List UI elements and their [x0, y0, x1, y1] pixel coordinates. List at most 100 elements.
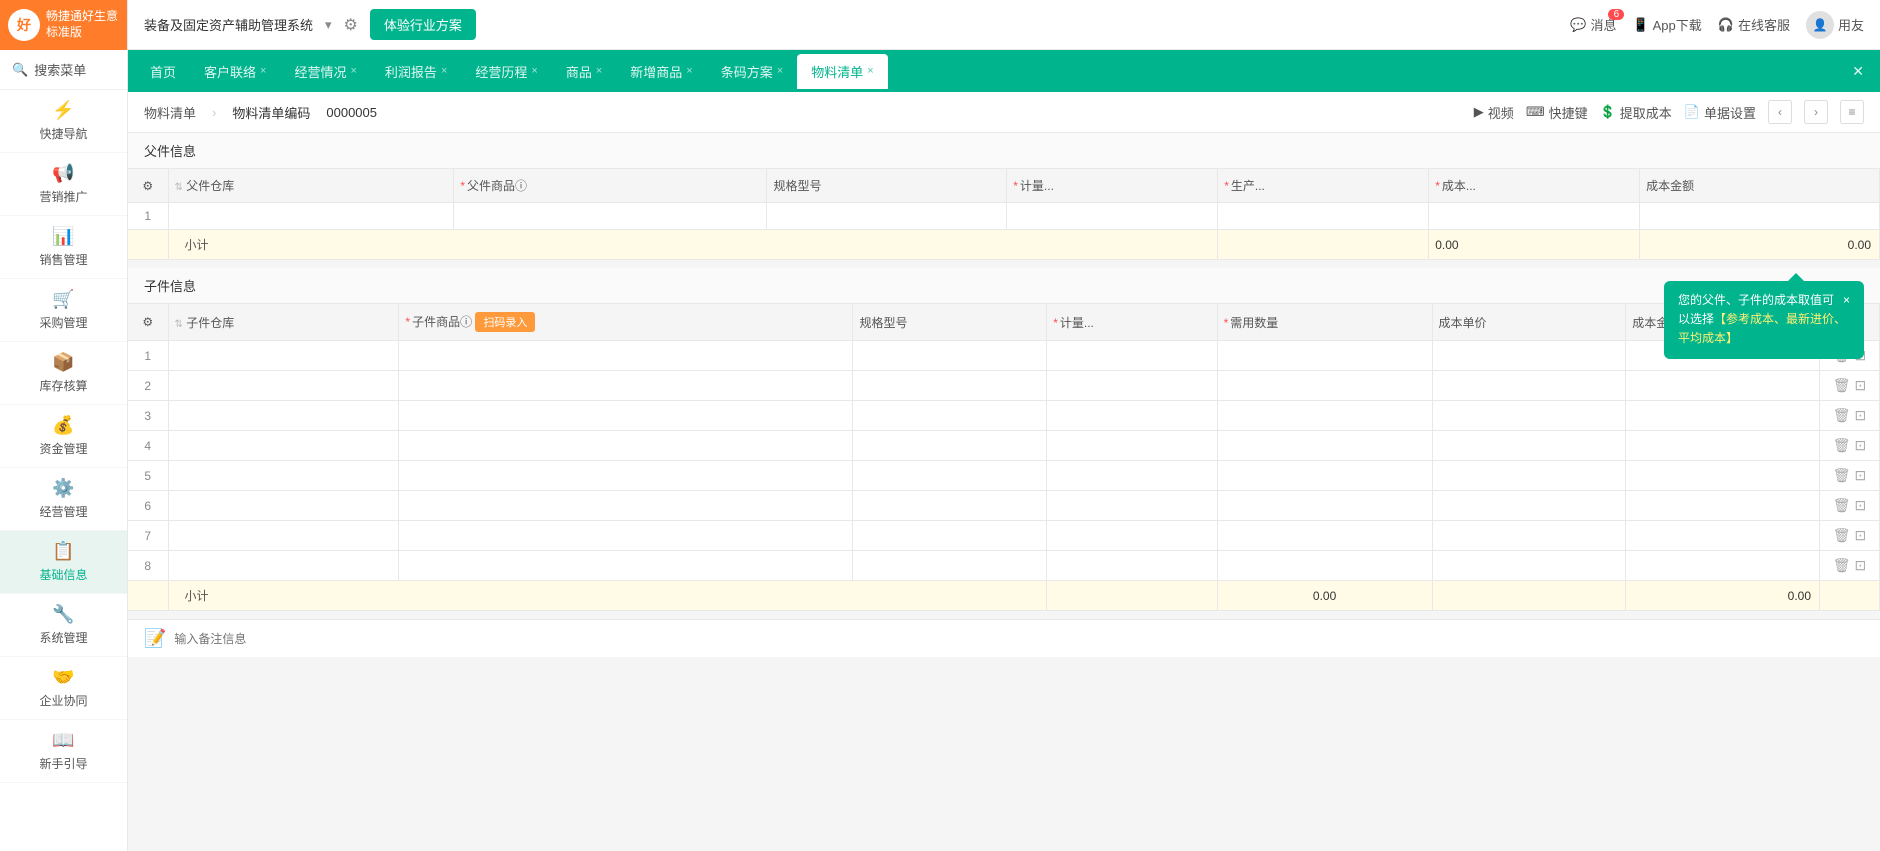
child-row-2-delete-icon[interactable]: 🗑	[1833, 377, 1851, 394]
child-row-3-copy-icon[interactable]: ⊡	[1855, 407, 1867, 424]
sidebar-item-operations[interactable]: ⚙️ 经营管理	[0, 468, 127, 531]
child-row-4-copy-icon[interactable]: ⊡	[1855, 437, 1867, 454]
parent-row-1-production[interactable]	[1218, 203, 1429, 230]
child-row-6-quantity[interactable]	[1217, 491, 1432, 521]
child-row-1-goods[interactable]	[399, 341, 853, 371]
action-doc-settings[interactable]: 📄 单据设置	[1684, 103, 1756, 122]
child-row-7-delete-icon[interactable]: 🗑	[1833, 527, 1851, 544]
child-col-settings[interactable]: ⚙	[128, 304, 168, 341]
topbar-online-service[interactable]: 🎧 在线客服	[1718, 15, 1790, 34]
tooltip-close-btn[interactable]: ×	[1843, 291, 1850, 310]
sidebar-item-guide[interactable]: 📖 新手引导	[0, 720, 127, 783]
child-row-5-warehouse[interactable]	[168, 461, 399, 491]
child-row-2-spec[interactable]	[853, 371, 1047, 401]
child-row-7-unit[interactable]	[1047, 521, 1217, 551]
close-all-tabs[interactable]: ✕	[1844, 59, 1872, 84]
child-row-7-copy-icon[interactable]: ⊡	[1855, 527, 1867, 544]
child-row-3-warehouse[interactable]	[168, 401, 399, 431]
sidebar-item-quick-nav[interactable]: ⚡ 快捷导航	[0, 90, 127, 153]
tab-goods[interactable]: 商品 ×	[552, 54, 616, 89]
sidebar-item-marketing[interactable]: 📢 营销推广	[0, 153, 127, 216]
tab-barcode[interactable]: 条码方案 ×	[707, 54, 797, 89]
tab-barcode-close[interactable]: ×	[777, 65, 783, 77]
child-row-7-warehouse[interactable]	[168, 521, 399, 551]
action-cost[interactable]: 💲 提取成本	[1600, 103, 1672, 122]
child-row-8-delete-icon[interactable]: 🗑	[1833, 557, 1851, 574]
child-row-5-unit[interactable]	[1047, 461, 1217, 491]
tab-profit[interactable]: 利润报告 ×	[371, 54, 461, 89]
tab-history-close[interactable]: ×	[531, 65, 537, 77]
child-row-8-goods[interactable]	[399, 551, 853, 581]
child-row-7-goods[interactable]	[399, 521, 853, 551]
tab-profit-close[interactable]: ×	[441, 65, 447, 77]
child-row-7-spec[interactable]	[853, 521, 1047, 551]
parent-row-1-unit[interactable]	[1007, 203, 1218, 230]
child-row-8-warehouse[interactable]	[168, 551, 399, 581]
child-row-4-quantity[interactable]	[1217, 431, 1432, 461]
child-row-2-unit[interactable]	[1047, 371, 1217, 401]
child-row-6-copy-icon[interactable]: ⊡	[1855, 497, 1867, 514]
child-row-2-quantity[interactable]	[1217, 371, 1432, 401]
action-shortcut[interactable]: ⌨ 快捷键	[1526, 103, 1588, 122]
tab-customer-close[interactable]: ×	[260, 65, 266, 77]
child-row-2-warehouse[interactable]	[168, 371, 399, 401]
sidebar-item-inventory[interactable]: 📦 库存核算	[0, 342, 127, 405]
tab-add-goods[interactable]: 新增商品 ×	[616, 54, 706, 89]
child-row-1-quantity[interactable]	[1217, 341, 1432, 371]
topbar-dropdown-arrow[interactable]: ▾	[325, 17, 332, 33]
prev-arrow[interactable]: ‹	[1768, 100, 1792, 124]
child-row-4-delete-icon[interactable]: 🗑	[1833, 437, 1851, 454]
child-row-5-copy-icon[interactable]: ⊡	[1855, 467, 1867, 484]
topbar-app-download[interactable]: 📱 App下载	[1632, 15, 1701, 34]
child-row-5-goods[interactable]	[399, 461, 853, 491]
child-row-2-goods[interactable]	[399, 371, 853, 401]
note-input[interactable]	[174, 632, 1864, 646]
child-row-5-spec[interactable]	[853, 461, 1047, 491]
child-row-6-warehouse[interactable]	[168, 491, 399, 521]
parent-row-1-spec[interactable]	[767, 203, 1007, 230]
tab-operations[interactable]: 经营情况 ×	[280, 54, 370, 89]
child-row-1-spec[interactable]	[853, 341, 1047, 371]
parent-col-settings[interactable]: ⚙	[128, 169, 168, 203]
sidebar-item-basic[interactable]: 📋 基础信息	[0, 531, 127, 594]
child-row-8-spec[interactable]	[853, 551, 1047, 581]
sidebar-item-finance[interactable]: 💰 资金管理	[0, 405, 127, 468]
scan-input-btn[interactable]: 扫码录入	[475, 312, 535, 332]
next-arrow[interactable]: ›	[1804, 100, 1828, 124]
child-row-8-copy-icon[interactable]: ⊡	[1855, 557, 1867, 574]
sidebar-item-enterprise[interactable]: 🤝 企业协同	[0, 657, 127, 720]
child-row-6-goods[interactable]	[399, 491, 853, 521]
child-row-1-unit[interactable]	[1047, 341, 1217, 371]
tab-customer[interactable]: 客户联络 ×	[190, 54, 280, 89]
parent-row-1-warehouse[interactable]	[168, 203, 454, 230]
child-row-4-goods[interactable]	[399, 431, 853, 461]
child-row-1-warehouse[interactable]	[168, 341, 399, 371]
child-row-3-quantity[interactable]	[1217, 401, 1432, 431]
child-row-4-warehouse[interactable]	[168, 431, 399, 461]
topbar-user[interactable]: 👤 用友	[1806, 11, 1864, 39]
child-row-3-unit[interactable]	[1047, 401, 1217, 431]
topbar-message[interactable]: 💬 消息 6	[1570, 15, 1616, 34]
child-row-4-spec[interactable]	[853, 431, 1047, 461]
child-row-2-copy-icon[interactable]: ⊡	[1855, 377, 1867, 394]
parent-row-1-cost[interactable]	[1429, 203, 1640, 230]
child-row-5-delete-icon[interactable]: 🗑	[1833, 467, 1851, 484]
child-row-6-unit[interactable]	[1047, 491, 1217, 521]
tab-operations-close[interactable]: ×	[350, 65, 356, 77]
child-row-3-goods[interactable]	[399, 401, 853, 431]
tab-history[interactable]: 经营历程 ×	[461, 54, 551, 89]
sidebar-search[interactable]: 🔍 搜索菜单	[0, 50, 127, 90]
child-row-4-unit[interactable]	[1047, 431, 1217, 461]
child-row-5-quantity[interactable]	[1217, 461, 1432, 491]
child-row-8-unit[interactable]	[1047, 551, 1217, 581]
child-row-3-delete-icon[interactable]: 🗑	[1833, 407, 1851, 424]
child-row-8-quantity[interactable]	[1217, 551, 1432, 581]
child-row-7-quantity[interactable]	[1217, 521, 1432, 551]
breadcrumb-bom[interactable]: 物料清单	[144, 103, 196, 122]
tab-add-goods-close[interactable]: ×	[686, 65, 692, 77]
sidebar-item-sales[interactable]: 📊 销售管理	[0, 216, 127, 279]
child-row-6-delete-icon[interactable]: 🗑	[1833, 497, 1851, 514]
topbar-gear-icon[interactable]: ⚙	[344, 15, 358, 35]
experience-btn[interactable]: 体验行业方案	[370, 9, 476, 40]
sidebar-item-purchase[interactable]: 🛒 采购管理	[0, 279, 127, 342]
